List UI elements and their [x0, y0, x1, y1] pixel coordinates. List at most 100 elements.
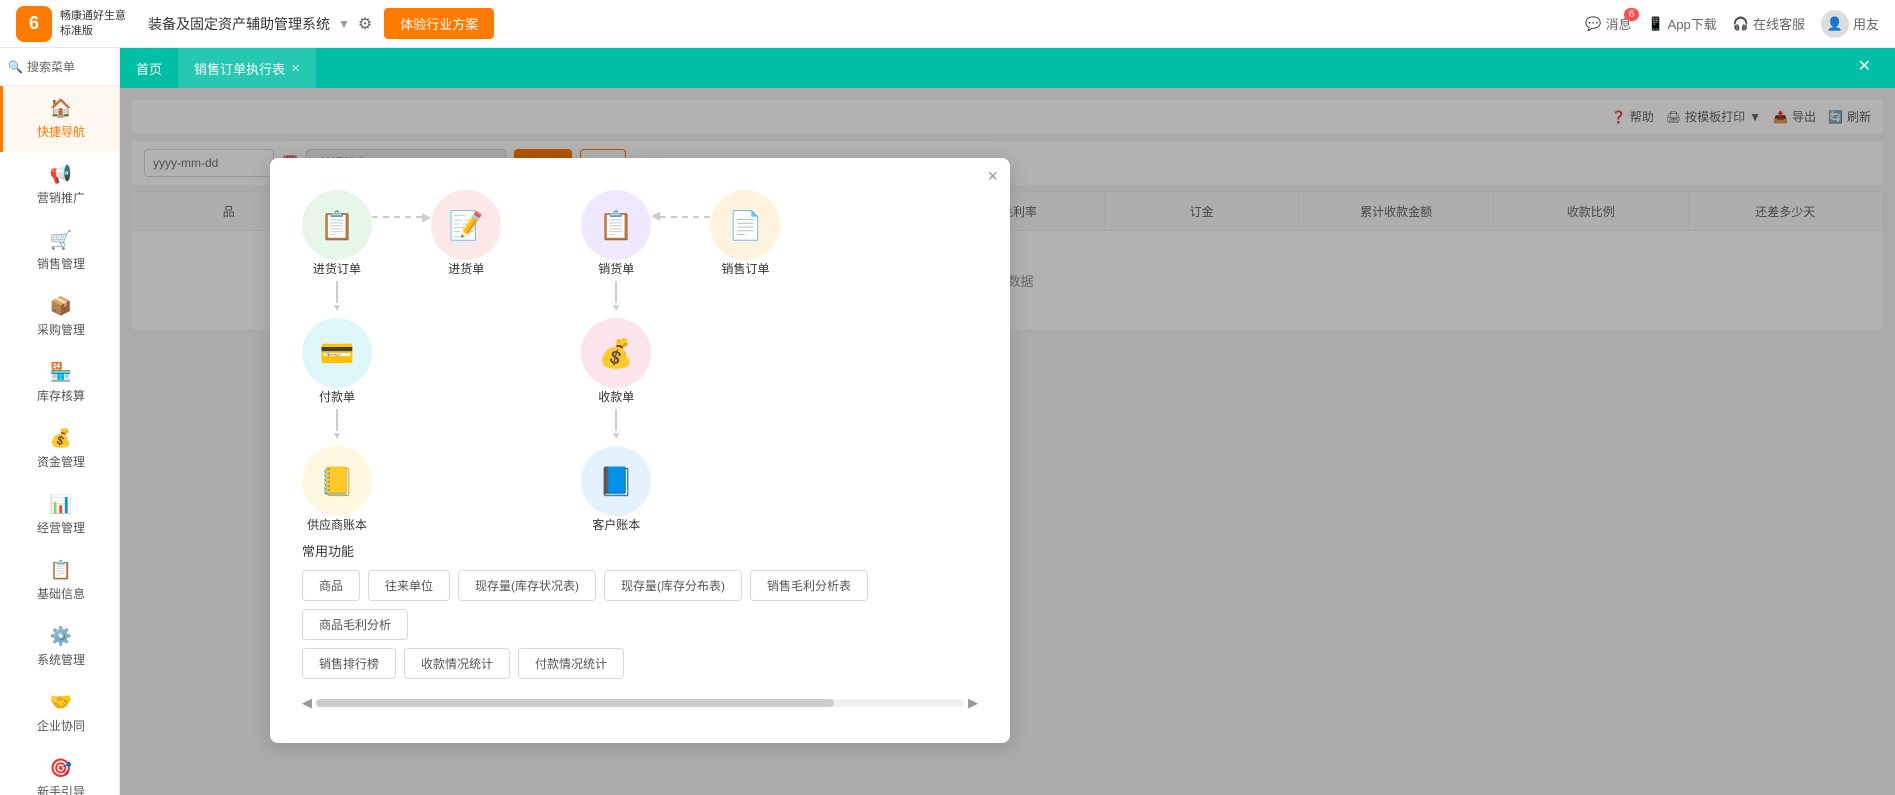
sidebar-item-system[interactable]: ⚙️ 系统管理 — [0, 614, 119, 680]
sidebar-item-marketing[interactable]: 📢 营销推广 — [0, 152, 119, 218]
func-btn-5[interactable]: 商品毛利分析 — [302, 609, 408, 640]
collection-label: 收款单 — [598, 388, 634, 405]
sales-order-label: 销售订单 — [721, 260, 769, 277]
page-content: ❓ 帮助 🖨 按模板打印 ▼ 📤 导出 🔄 刷新 — [120, 88, 1895, 795]
sales-order-circle: 📄 — [710, 190, 780, 260]
func-btn-3[interactable]: 现存量(库存分布表) — [604, 570, 742, 601]
collection-circle: 💰 — [581, 318, 651, 388]
function-buttons-row2: 销售排行榜 收款情况统计 付款情况统计 — [302, 648, 978, 679]
logo-text: 畅康通好生意 标准版 — [60, 9, 126, 38]
purchase-icon: 📦 — [50, 296, 72, 317]
supplier-ledger-circle: 📒 — [302, 446, 372, 516]
scroll-left-btn[interactable]: ◀ — [302, 695, 312, 711]
v-arrow-collection: ▼ — [611, 281, 621, 314]
finance-icon: 💰 — [50, 428, 72, 449]
payment-circle: 💳 — [302, 318, 372, 388]
func-btn-0[interactable]: 商品 — [302, 570, 360, 601]
search-menu-item[interactable]: 🔍 搜索菜单 — [0, 48, 119, 86]
purchase-order-node: 📋 进货订单 — [302, 190, 372, 277]
logo-icon: 6 — [16, 6, 52, 42]
sidebar-item-finance[interactable]: 💰 资金管理 — [0, 416, 119, 482]
sidebar-item-enterprise[interactable]: 🤝 企业协同 — [0, 680, 119, 746]
search-icon: 🔍 — [8, 60, 23, 74]
home-icon: 🏠 — [50, 98, 72, 119]
inventory-icon: 🏪 — [50, 362, 72, 383]
tab-sales-order-exec[interactable]: 销售订单执行表 ✕ — [178, 48, 316, 88]
top-right-area: 💬 消息 6 📱 App下载 🎧 在线客服 👤 用友 — [1585, 10, 1879, 38]
trial-button[interactable]: 体验行业方案 — [384, 8, 494, 39]
customer-ledger-label: 客户账本 — [592, 516, 640, 533]
purchase-flow-col: 📋 进货订单 ▼ 💳 付款单 — [302, 190, 372, 533]
online-service-btn[interactable]: 🎧 在线客服 — [1733, 14, 1805, 33]
v-arrow-customer: ▼ — [611, 409, 621, 442]
tab-home[interactable]: 首页 — [120, 48, 178, 88]
modal-close-btn[interactable]: × — [987, 166, 998, 187]
download-icon: 📱 — [1647, 16, 1663, 32]
window-close-btn[interactable]: ✕ — [1858, 56, 1871, 76]
modal-overlay[interactable]: × 📋 进货订单 — [120, 88, 1895, 795]
system-icon: ⚙️ — [50, 626, 72, 647]
app-download-btn[interactable]: 📱 App下载 — [1647, 14, 1716, 33]
func-btn-2[interactable]: 现存量(库存状况表) — [458, 570, 596, 601]
system-dropdown-icon[interactable]: ▼ — [338, 17, 350, 31]
sidebar-item-quick-nav[interactable]: 🏠 快捷导航 — [0, 86, 119, 152]
sales-receipt-col: 📋 销货单 ▼ 💰 收款单 — [581, 190, 651, 533]
user-menu-btn[interactable]: 👤 用友 — [1821, 10, 1879, 38]
func-btn-6[interactable]: 销售排行榜 — [302, 648, 396, 679]
func-btn-8[interactable]: 付款情况统计 — [518, 648, 624, 679]
customer-ledger-circle: 📘 — [581, 446, 651, 516]
sales-receipt-node: 📋 销货单 — [581, 190, 651, 277]
system-title-area: 装备及固定资产辅助管理系统 ▼ ⚙ — [148, 14, 372, 34]
sidebar-item-operations[interactable]: 📊 经营管理 — [0, 482, 119, 548]
payment-node: 💳 付款单 — [302, 318, 372, 405]
tab-close-icon[interactable]: ✕ — [291, 62, 300, 75]
logo-area: 6 畅康通好生意 标准版 — [16, 6, 136, 42]
modal-scrollbar[interactable]: ◀ ▶ — [302, 695, 978, 711]
function-buttons-row1: 商品 往来单位 现存量(库存状况表) 现存量(库存分布表) 销售毛利分析表 商品… — [302, 570, 978, 640]
system-title: 装备及固定资产辅助管理系统 — [148, 14, 330, 34]
func-btn-4[interactable]: 销售毛利分析表 — [750, 570, 868, 601]
settings-icon[interactable]: ⚙ — [358, 14, 372, 34]
sidebar-item-sales[interactable]: 🛒 销售管理 — [0, 218, 119, 284]
sidebar: 🔍 搜索菜单 🏠 快捷导航 📢 营销推广 🛒 销售管理 📦 采购管理 🏪 — [0, 48, 120, 795]
sidebar-item-basic-info[interactable]: 📋 基础信息 — [0, 548, 119, 614]
sidebar-item-guide[interactable]: 🎯 新手引导 — [0, 746, 119, 795]
user-avatar: 👤 — [1821, 10, 1849, 38]
sales-receipt-label: 销货单 — [598, 260, 634, 277]
sales-icon: 🛒 — [50, 230, 72, 251]
supplier-ledger-label: 供应商账本 — [307, 516, 367, 533]
supplier-ledger-node: 📒 供应商账本 — [302, 446, 372, 533]
sales-order-node: 📄 销售订单 — [710, 190, 780, 277]
scroll-right-btn[interactable]: ▶ — [968, 695, 978, 711]
func-btn-1[interactable]: 往来单位 — [368, 570, 450, 601]
purchase-receipt-node: 📝 进货单 — [431, 190, 501, 277]
operations-icon: 📊 — [50, 494, 72, 515]
flow-diagram: 📋 进货订单 ▼ 💳 付款单 — [302, 190, 978, 533]
common-functions-title: 常用功能 — [302, 541, 978, 560]
message-icon: 💬 — [1585, 16, 1601, 32]
customer-ledger-node: 📘 客户账本 — [581, 446, 651, 533]
service-icon: 🎧 — [1733, 16, 1749, 32]
purchase-order-circle: 📋 — [302, 190, 372, 260]
payment-label: 付款单 — [319, 388, 355, 405]
sidebar-item-purchase[interactable]: 📦 采购管理 — [0, 284, 119, 350]
marketing-icon: 📢 — [50, 164, 72, 185]
collection-node: 💰 收款单 — [581, 318, 651, 405]
basic-info-icon: 📋 — [50, 560, 72, 581]
common-functions-section: 常用功能 商品 往来单位 现存量(库存状况表) 现存量(库存分布表) 销售毛利分… — [302, 541, 978, 679]
message-icon-btn[interactable]: 💬 消息 6 — [1585, 14, 1631, 33]
v-arrow-payment: ▼ — [332, 281, 342, 314]
purchase-order-label: 进货订单 — [313, 260, 361, 277]
purchase-receipt-col: 📝 进货单 — [431, 190, 501, 277]
purchase-receipt-label: 进货单 — [448, 260, 484, 277]
v-arrow-supplier: ▼ — [332, 409, 342, 442]
h-arrow-2: ▶ — [651, 190, 710, 224]
message-badge: 6 — [1624, 8, 1640, 21]
sidebar-item-inventory[interactable]: 🏪 库存核算 — [0, 350, 119, 416]
func-btn-7[interactable]: 收款情况统计 — [404, 648, 510, 679]
enterprise-icon: 🤝 — [50, 692, 72, 713]
h-arrow-1: ▶ — [372, 190, 431, 224]
tab-bar: 首页 销售订单执行表 ✕ ✕ — [120, 48, 1895, 88]
flow-modal: × 📋 进货订单 — [270, 158, 1010, 743]
content-area: 首页 销售订单执行表 ✕ ✕ ❓ 帮助 🖨 按 — [120, 48, 1895, 795]
